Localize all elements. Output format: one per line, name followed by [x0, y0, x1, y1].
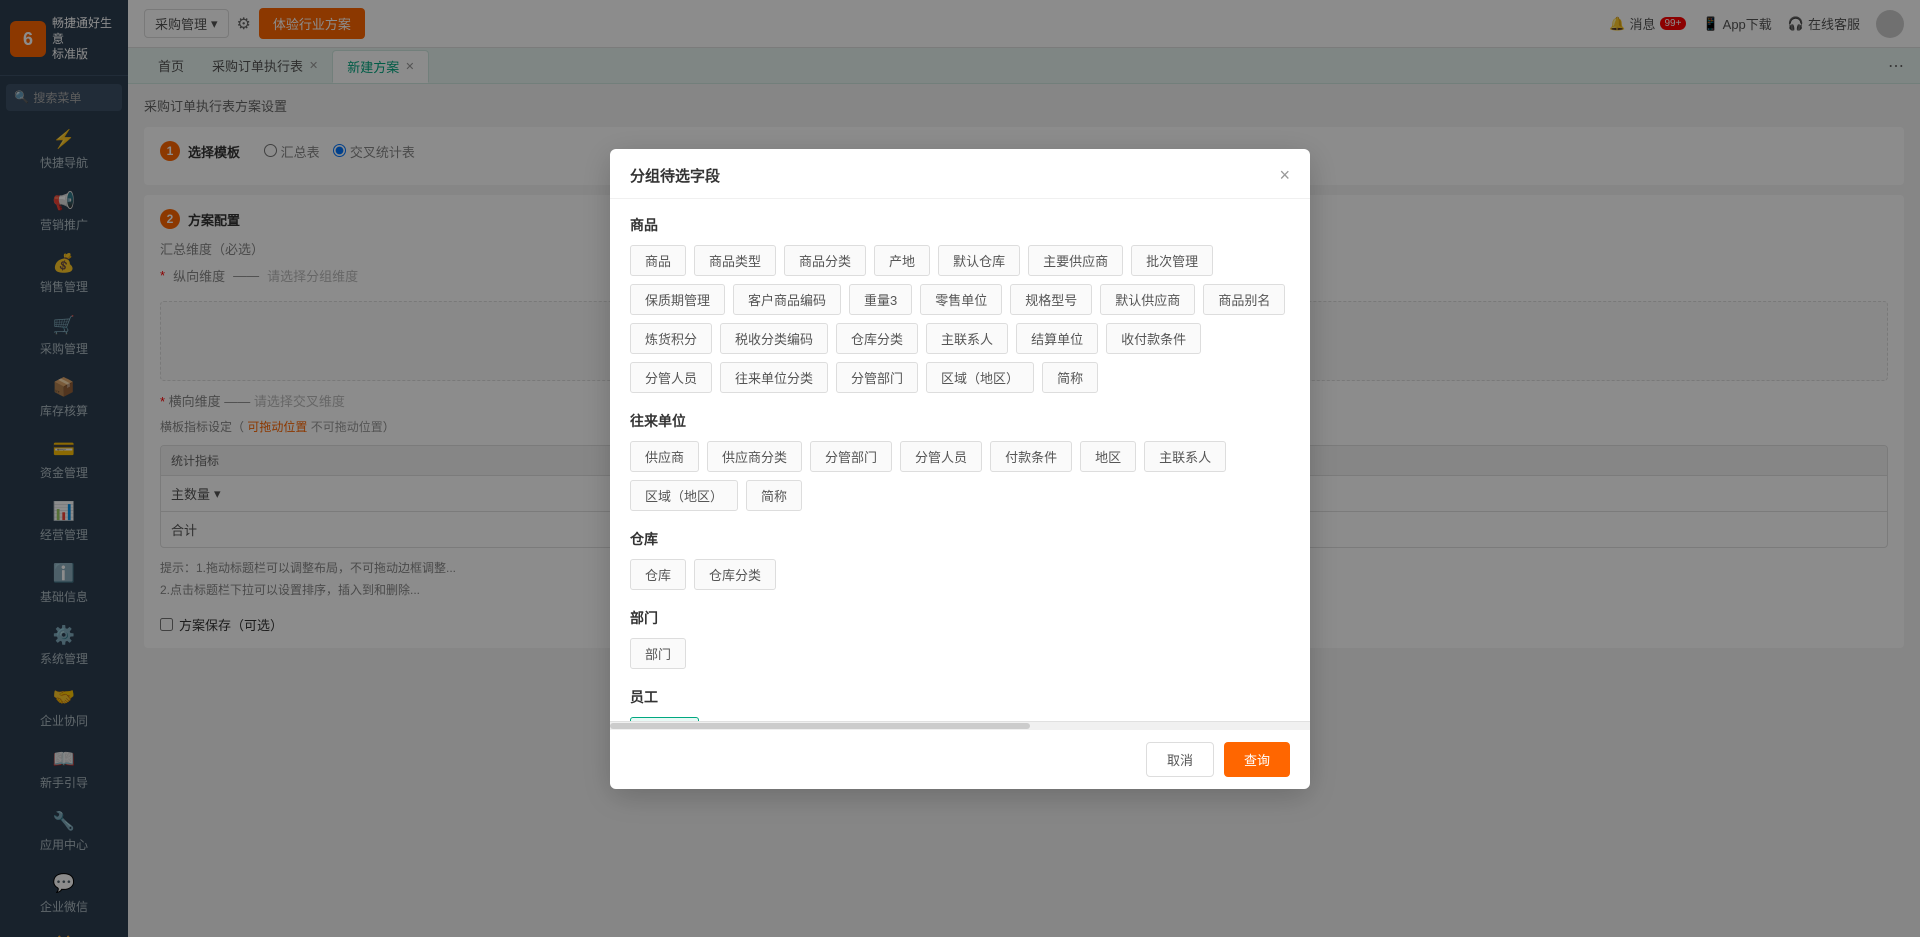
modal-header: 分组待选字段 ×: [610, 149, 1310, 199]
product-field-tags: 商品 商品类型 商品分类 产地 默认仓库 主要供应商 批次管理 保质期管理 客户…: [630, 245, 1290, 393]
field-tag[interactable]: 商品类型: [694, 245, 776, 276]
field-tag[interactable]: 重量3: [849, 284, 912, 315]
field-tag[interactable]: 往来单位分类: [720, 362, 828, 393]
field-select-modal: 分组待选字段 × 商品 商品 商品类型 商品分类 产地 默认仓库 主要供应商 批…: [610, 149, 1310, 789]
field-group-product: 商品 商品 商品类型 商品分类 产地 默认仓库 主要供应商 批次管理 保质期管理…: [630, 215, 1290, 393]
partner-field-tags: 供应商 供应商分类 分管部门 分管人员 付款条件 地区 主联系人 区域（地区） …: [630, 441, 1290, 511]
field-group-warehouse: 仓库 仓库 仓库分类: [630, 529, 1290, 590]
modal-footer: 取消 查询: [610, 729, 1310, 789]
field-tag[interactable]: 简称: [746, 480, 802, 511]
confirm-button[interactable]: 查询: [1224, 742, 1290, 777]
field-tag[interactable]: 部门: [630, 638, 686, 669]
field-tag[interactable]: 结算单位: [1016, 323, 1098, 354]
field-tag[interactable]: 区域（地区）: [926, 362, 1034, 393]
dept-field-tags: 部门: [630, 638, 1290, 669]
cancel-button[interactable]: 取消: [1146, 742, 1214, 777]
field-tag[interactable]: 主要供应商: [1028, 245, 1123, 276]
field-tag[interactable]: 简称: [1042, 362, 1098, 393]
field-tag[interactable]: 商品: [630, 245, 686, 276]
field-tag[interactable]: 保质期管理: [630, 284, 725, 315]
field-tag[interactable]: 分管部门: [836, 362, 918, 393]
field-group-dept: 部门 部门: [630, 608, 1290, 669]
warehouse-group-title: 仓库: [630, 529, 1290, 549]
field-tag[interactable]: 分管人员: [630, 362, 712, 393]
field-tag[interactable]: 仓库分类: [694, 559, 776, 590]
field-tag[interactable]: 批次管理: [1131, 245, 1213, 276]
field-tag[interactable]: 主联系人: [1144, 441, 1226, 472]
field-tag[interactable]: 零售单位: [920, 284, 1002, 315]
field-tag[interactable]: 商品分类: [784, 245, 866, 276]
modal-overlay: 分组待选字段 × 商品 商品 商品类型 商品分类 产地 默认仓库 主要供应商 批…: [0, 0, 1920, 937]
warehouse-field-tags: 仓库 仓库分类: [630, 559, 1290, 590]
field-tag[interactable]: 分管部门: [810, 441, 892, 472]
field-tag[interactable]: 地区: [1080, 441, 1136, 472]
partner-group-title: 往来单位: [630, 411, 1290, 431]
modal-hscroll-thumb: [610, 723, 1030, 729]
field-tag[interactable]: 收付款条件: [1106, 323, 1201, 354]
field-tag[interactable]: 规格型号: [1010, 284, 1092, 315]
field-group-partner: 往来单位 供应商 供应商分类 分管部门 分管人员 付款条件 地区 主联系人 区域…: [630, 411, 1290, 511]
dept-group-title: 部门: [630, 608, 1290, 628]
field-tag[interactable]: 分管人员: [900, 441, 982, 472]
field-tag[interactable]: 默认仓库: [938, 245, 1020, 276]
field-tag[interactable]: 产地: [874, 245, 930, 276]
field-tag[interactable]: 付款条件: [990, 441, 1072, 472]
field-tag[interactable]: 炼货积分: [630, 323, 712, 354]
field-tag[interactable]: 区域（地区）: [630, 480, 738, 511]
field-group-employee: 员工 业务员: [630, 687, 1290, 721]
field-tag[interactable]: 供应商分类: [707, 441, 802, 472]
modal-body: 商品 商品 商品类型 商品分类 产地 默认仓库 主要供应商 批次管理 保质期管理…: [610, 199, 1310, 721]
field-tag[interactable]: 主联系人: [926, 323, 1008, 354]
modal-horizontal-scrollbar[interactable]: [610, 721, 1310, 729]
field-tag[interactable]: 供应商: [630, 441, 699, 472]
field-tag[interactable]: 客户商品编码: [733, 284, 841, 315]
modal-close-icon[interactable]: ×: [1279, 165, 1290, 186]
modal-title: 分组待选字段: [630, 165, 720, 186]
product-group-title: 商品: [630, 215, 1290, 235]
field-tag[interactable]: 税收分类编码: [720, 323, 828, 354]
field-tag[interactable]: 仓库: [630, 559, 686, 590]
field-tag[interactable]: 默认供应商: [1100, 284, 1195, 315]
employee-group-title: 员工: [630, 687, 1290, 707]
field-tag[interactable]: 商品别名: [1203, 284, 1285, 315]
field-tag[interactable]: 仓库分类: [836, 323, 918, 354]
